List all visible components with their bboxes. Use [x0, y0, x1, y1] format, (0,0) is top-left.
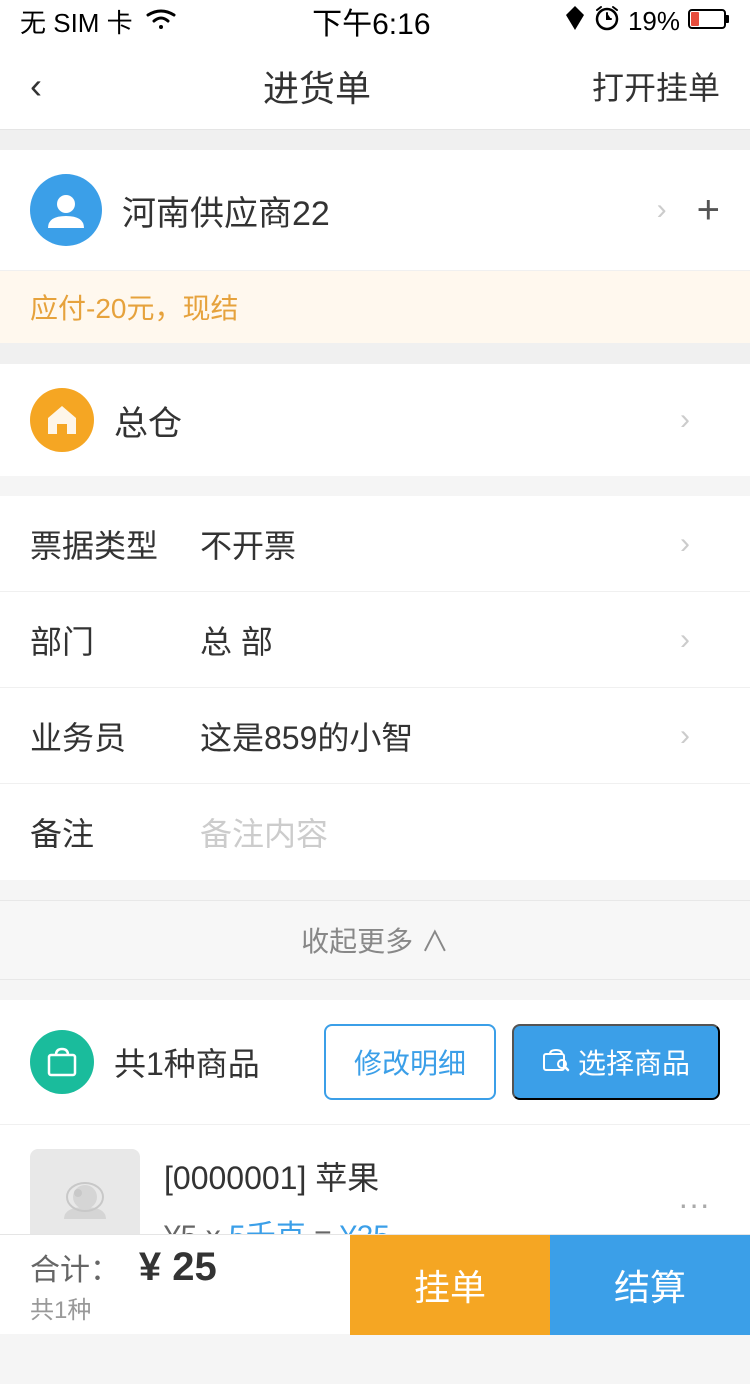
edit-detail-button[interactable]: 修改明细: [324, 1024, 496, 1100]
section-divider-1: [0, 343, 750, 363]
products-header: 共1种商品 修改明细 选择商品: [0, 1000, 750, 1125]
select-product-label: 选择商品: [578, 1042, 690, 1082]
warehouse-icon: [30, 388, 94, 452]
department-chevron-icon: ›: [680, 623, 690, 657]
total-amount: ¥ 25: [139, 1245, 217, 1289]
nav-bar: ‹ 进货单 打开挂单: [0, 42, 750, 130]
products-icon: [30, 1030, 94, 1094]
notice-bar: 应付-20元，现结: [0, 271, 750, 343]
select-product-button[interactable]: 选择商品: [512, 1024, 720, 1100]
ticket-type-row[interactable]: 票据类型 不开票 ›: [0, 496, 750, 592]
status-left: 无 SIM 卡: [20, 3, 179, 40]
note-label: 备注: [30, 809, 170, 855]
product-code: [0000001] 苹果: [164, 1160, 379, 1196]
alarm-icon: [594, 5, 620, 38]
top-divider: [0, 130, 750, 150]
product-more-button[interactable]: ···: [668, 1176, 720, 1233]
salesperson-label: 业务员: [30, 713, 170, 759]
salesperson-value: 这是859的小智: [200, 713, 680, 759]
status-right: 19%: [564, 5, 730, 38]
supplier-chevron-icon: ›: [657, 193, 667, 227]
collapse-bar[interactable]: 收起更多 ∧: [0, 900, 750, 980]
warehouse-row[interactable]: 总仓 ›: [0, 363, 750, 476]
warehouse-section: 总仓 ›: [0, 363, 750, 476]
supplier-name: 河南供应商22: [122, 186, 657, 235]
total-label: 合计：: [30, 1254, 120, 1287]
status-time: 下午6:16: [312, 0, 430, 43]
hang-button[interactable]: 挂单: [350, 1235, 550, 1335]
supplier-avatar: [30, 174, 102, 246]
salesperson-row[interactable]: 业务员 这是859的小智 ›: [0, 688, 750, 784]
ticket-type-chevron-icon: ›: [680, 527, 690, 561]
department-row[interactable]: 部门 总 部 ›: [0, 592, 750, 688]
warehouse-name: 总仓: [114, 396, 680, 445]
location-icon: [564, 5, 586, 38]
product-name: [0000001] 苹果: [164, 1153, 668, 1199]
page-title: 进货单: [263, 60, 371, 112]
form-section: 票据类型 不开票 › 部门 总 部 › 业务员 这是859的小智 › 备注 备注…: [0, 496, 750, 880]
wifi-icon: [143, 5, 179, 38]
ticket-type-value: 不开票: [200, 521, 680, 567]
open-hang-button[interactable]: 打开挂单: [592, 63, 720, 109]
warehouse-chevron-icon: ›: [680, 403, 690, 437]
collapse-label: 收起更多 ∧: [301, 920, 449, 960]
battery-icon: [688, 6, 730, 37]
checkout-button[interactable]: 结算: [550, 1235, 750, 1335]
sim-status: 无 SIM 卡: [20, 3, 133, 40]
note-input[interactable]: 备注内容: [200, 809, 720, 855]
department-value: 总 部: [200, 617, 680, 663]
supplier-row[interactable]: 河南供应商22 › +: [0, 150, 750, 271]
back-button[interactable]: ‹: [30, 65, 42, 107]
department-label: 部门: [30, 617, 170, 663]
salesperson-chevron-icon: ›: [680, 719, 690, 753]
note-row[interactable]: 备注 备注内容: [0, 784, 750, 880]
notice-text: 应付-20元，现结: [30, 293, 238, 324]
add-button[interactable]: +: [697, 188, 720, 233]
total-count: 共1种: [30, 1290, 320, 1325]
total-section: 合计： ¥ 25 共1种: [0, 1245, 350, 1325]
status-bar: 无 SIM 卡 下午6:16 19%: [0, 0, 750, 42]
products-count: 共1种商品: [114, 1039, 324, 1085]
battery-level: 19%: [628, 6, 680, 37]
supplier-section: 河南供应商22 › + 应付-20元，现结: [0, 150, 750, 343]
bottom-bar: 合计： ¥ 25 共1种 挂单 结算: [0, 1234, 750, 1334]
ticket-type-label: 票据类型: [30, 521, 170, 567]
